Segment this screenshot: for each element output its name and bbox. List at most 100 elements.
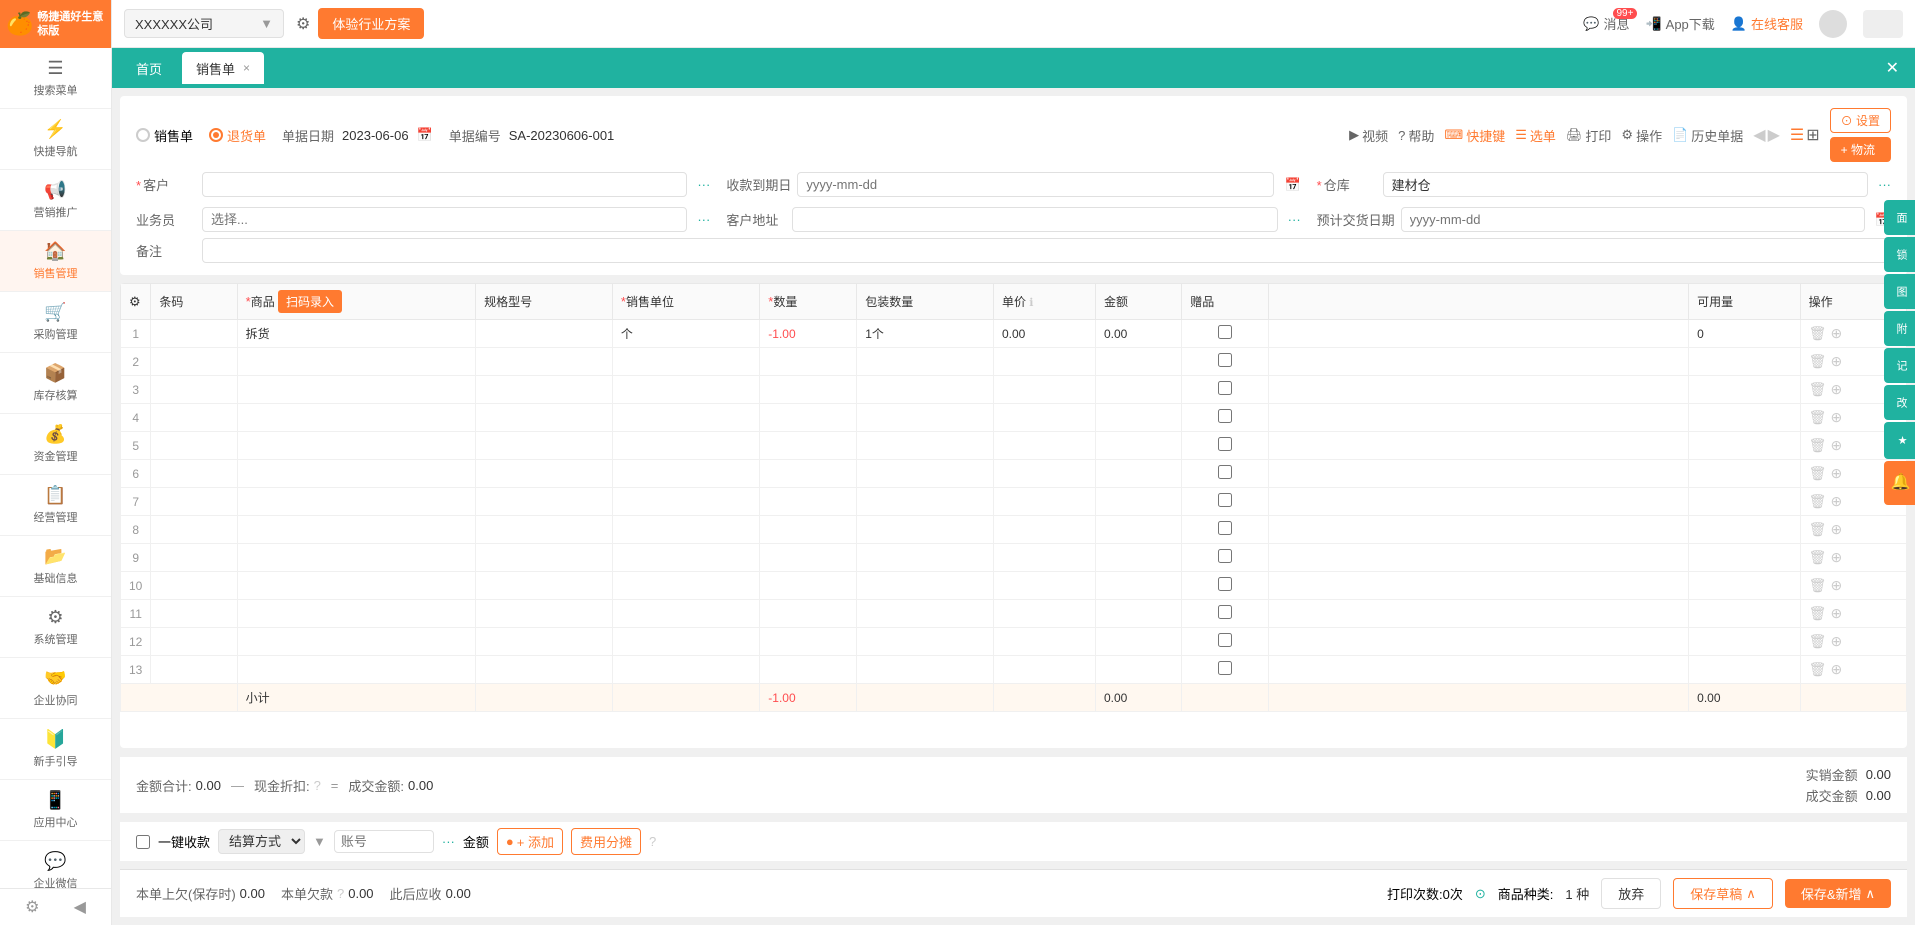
copy-icon[interactable]: ⊕ <box>1830 381 1842 398</box>
view-grid-icon[interactable]: ⊞ <box>1806 125 1819 145</box>
calc-method-select[interactable]: 结算方式 <box>218 829 305 854</box>
delete-icon[interactable]: 🗑 <box>1809 437 1827 454</box>
scan-button[interactable]: 扫码录入 <box>278 290 342 313</box>
toolbar-select[interactable]: ☰ 选单 <box>1515 126 1556 145</box>
sidebar-settings-icon[interactable]: ⚙ <box>25 897 39 917</box>
cell-barcode[interactable] <box>151 320 237 348</box>
expense-button[interactable]: 费用分摊 <box>571 828 641 855</box>
radio-return[interactable]: 退货单 <box>209 126 266 145</box>
toolbar-history[interactable]: 📄 历史单据 <box>1672 126 1743 145</box>
delete-icon[interactable]: 🗑 <box>1809 521 1827 538</box>
online-service-button[interactable]: 👤 在线客服 <box>1731 14 1803 33</box>
delete-icon[interactable]: 🗑 <box>1809 381 1827 398</box>
copy-icon[interactable]: ⊕ <box>1830 493 1842 510</box>
owe-help[interactable]: ? <box>337 886 344 901</box>
toolbar-operate[interactable]: ⚙ 操作 <box>1621 126 1662 145</box>
sidebar-item-inventory[interactable]: 📦 库存核算 <box>0 353 111 414</box>
gift-checkbox[interactable] <box>1218 409 1232 423</box>
delete-icon[interactable]: 🗑 <box>1809 549 1827 566</box>
right-panel-btn-7[interactable]: ★ <box>1884 422 1915 459</box>
delete-icon[interactable]: 🗑 <box>1809 409 1827 426</box>
app-download-button[interactable]: 📲 App下载 <box>1645 14 1714 33</box>
tab-close-icon[interactable]: × <box>243 61 250 75</box>
right-panel-btn-8[interactable]: 🔔 <box>1884 461 1915 505</box>
save-new-button[interactable]: 保存&新增 ∧ <box>1785 879 1891 908</box>
gift-checkbox[interactable] <box>1218 577 1232 591</box>
draft-button[interactable]: 保存草稿 ∧ <box>1673 878 1773 909</box>
delete-icon[interactable]: 🗑 <box>1809 325 1827 342</box>
address-input[interactable] <box>792 207 1277 232</box>
account-dots[interactable]: ··· <box>442 834 455 849</box>
delivery-date-input[interactable] <box>1401 207 1865 232</box>
gift-checkbox[interactable] <box>1218 381 1232 395</box>
gift-checkbox[interactable] <box>1218 493 1232 507</box>
delete-icon[interactable]: 🗑 <box>1809 493 1827 510</box>
cell-quantity[interactable]: -1.00 <box>760 320 857 348</box>
gift-checkbox[interactable] <box>1218 521 1232 535</box>
th-settings-icon[interactable]: ⚙ <box>129 294 141 309</box>
toolbar-hotkey[interactable]: ⌨ 快捷键 <box>1444 126 1505 145</box>
delete-icon[interactable]: 🗑 <box>1809 633 1827 650</box>
customer-input[interactable] <box>202 172 687 197</box>
payment-calendar-icon[interactable]: 📅 <box>1284 177 1300 193</box>
date-calendar-icon[interactable]: 📅 <box>417 127 433 143</box>
gift-checkbox[interactable] <box>1218 325 1232 339</box>
right-panel-btn-6[interactable]: 改 <box>1884 385 1915 420</box>
copy-icon[interactable]: ⊕ <box>1830 605 1842 622</box>
warehouse-input[interactable]: 建材仓 <box>1383 172 1868 197</box>
copy-icon[interactable]: ⊕ <box>1830 325 1842 342</box>
gift-checkbox[interactable] <box>1218 605 1232 619</box>
sidebar-item-basicinfo[interactable]: 📂 基础信息 <box>0 536 111 597</box>
copy-icon[interactable]: ⊕ <box>1830 577 1842 594</box>
sidebar-item-marketing[interactable]: 📢 营销推广 <box>0 170 111 231</box>
message-button[interactable]: 💬 消息 99+ <box>1583 14 1629 33</box>
nav-prev-icon[interactable]: ◀ <box>1753 125 1765 145</box>
topbar-gear-icon[interactable]: ⚙ <box>296 14 310 34</box>
user-name-area[interactable] <box>1863 10 1903 38</box>
cell-amount[interactable]: 0.00 <box>1096 320 1182 348</box>
delete-icon[interactable]: 🗑 <box>1809 465 1827 482</box>
copy-icon[interactable]: ⊕ <box>1830 353 1842 370</box>
user-avatar[interactable] <box>1819 10 1847 38</box>
remark-input[interactable] <box>202 238 1891 263</box>
abandon-button[interactable]: 放弃 <box>1601 878 1661 909</box>
cell-unit[interactable]: 个 <box>612 320 759 348</box>
copy-icon[interactable]: ⊕ <box>1830 409 1842 426</box>
gift-checkbox[interactable] <box>1218 353 1232 367</box>
salesman-input[interactable] <box>202 207 687 232</box>
gift-checkbox[interactable] <box>1218 549 1232 563</box>
copy-icon[interactable]: ⊕ <box>1830 549 1842 566</box>
delete-icon[interactable]: 🗑 <box>1809 605 1827 622</box>
settings-btn[interactable]: ⊙ 设置 <box>1830 108 1891 133</box>
company-selector[interactable]: XXXXXX公司 ▼ <box>124 9 284 38</box>
sidebar-collapse-icon[interactable]: ◀ <box>74 897 86 917</box>
tab-close-far-icon[interactable]: ✕ <box>1878 58 1907 78</box>
nav-next-icon[interactable]: ▶ <box>1768 125 1780 145</box>
logistics-btn[interactable]: + 物流 <box>1830 137 1891 162</box>
sidebar-item-enterprise[interactable]: 🤝 企业协同 <box>0 658 111 719</box>
add-payment-button[interactable]: ● + 添加 <box>497 828 563 855</box>
gift-checkbox[interactable] <box>1218 661 1232 675</box>
toolbar-video[interactable]: ▶ 视频 <box>1349 126 1388 145</box>
right-panel-btn-5[interactable]: 记 <box>1884 348 1915 383</box>
delete-icon[interactable]: 🗑 <box>1809 353 1827 370</box>
right-panel-btn-3[interactable]: 图 <box>1884 274 1915 309</box>
sidebar-item-system[interactable]: ⚙ 系统管理 <box>0 597 111 658</box>
copy-icon[interactable]: ⊕ <box>1830 521 1842 538</box>
discount-help-icon[interactable]: ? <box>314 778 321 793</box>
gift-checkbox[interactable] <box>1218 437 1232 451</box>
payment-date-input[interactable] <box>797 172 1274 197</box>
copy-icon[interactable]: ⊕ <box>1830 465 1842 482</box>
right-panel-btn-1[interactable]: 面 <box>1884 200 1915 235</box>
cell-product[interactable]: 拆货 <box>237 320 476 348</box>
expense-help-icon[interactable]: ? <box>649 834 656 849</box>
customer-dots-icon[interactable]: ··· <box>697 177 710 192</box>
warehouse-dots-icon[interactable]: ··· <box>1878 177 1891 192</box>
cell-spec[interactable] <box>476 320 613 348</box>
gift-checkbox[interactable] <box>1218 465 1232 479</box>
view-list-icon[interactable]: ☰ <box>1790 125 1804 145</box>
delete-icon[interactable]: 🗑 <box>1809 577 1827 594</box>
one-click-payment-checkbox[interactable] <box>136 835 150 849</box>
account-input[interactable] <box>334 830 434 853</box>
sidebar-item-finance[interactable]: 💰 资金管理 <box>0 414 111 475</box>
